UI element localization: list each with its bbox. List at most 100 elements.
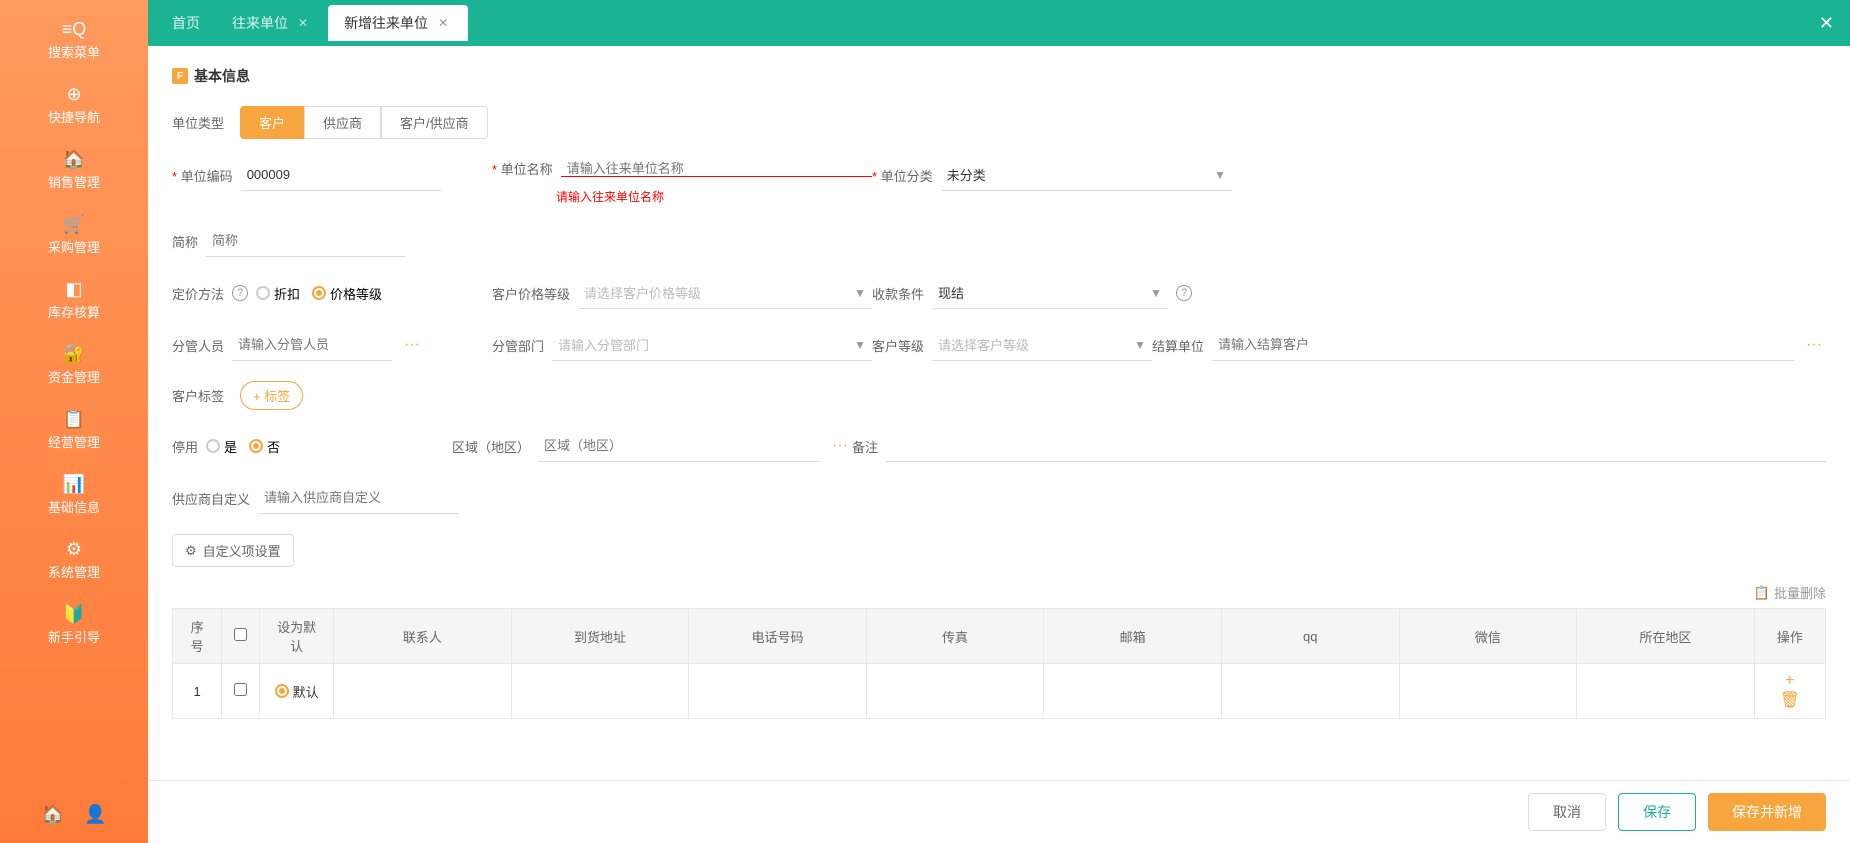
sidebar-home-icon[interactable]: 🏠 [42,804,64,825]
radio-no[interactable]: 否 [249,437,280,456]
sidebar-item-label: 资金管理 [48,367,100,386]
row-wechat[interactable] [1399,664,1577,719]
sidebar-item-basic[interactable]: 📊 基础信息 [0,463,148,528]
customer-tag-row: 客户标签 + 标签 [172,381,1826,410]
row-contact-input[interactable] [346,684,499,699]
tab-partner-close[interactable]: ✕ [294,14,312,32]
tab-bar-close-btn[interactable]: ✕ [1811,9,1842,38]
manager-ellipsis[interactable]: ··· [400,336,424,354]
row-fax-input[interactable] [879,684,1032,699]
quicknav-icon: ⊕ [66,85,81,103]
manager-label: 分管人员 [172,336,224,355]
sidebar-item-purchase[interactable]: 🛒 采购管理 [0,203,148,268]
manager-group: 分管人员 ··· [172,329,492,361]
region-ellipsis[interactable]: ··· [828,437,852,455]
payment-terms-value: 现结 [938,283,964,302]
radio-yes-circle [206,439,220,453]
settlement-ellipsis[interactable]: ··· [1802,336,1826,354]
type-btn-customer[interactable]: 客户 [240,106,304,139]
tab-new-partner[interactable]: 新增往来单位 ✕ [328,5,468,41]
region-input[interactable] [538,430,820,462]
row-wechat-input[interactable] [1412,684,1565,699]
settlement-input[interactable] [1212,329,1794,361]
inventory-icon: ◧ [65,280,82,298]
row-phone[interactable] [689,664,867,719]
sidebar-item-finance[interactable]: 🔐 资金管理 [0,333,148,398]
sidebar-item-label: 经营管理 [48,432,100,451]
sidebar-item-system[interactable]: ⚙ 系统管理 [0,528,148,593]
type-btn-both[interactable]: 客户/供应商 [381,106,488,139]
tab-home[interactable]: 首页 [156,5,216,41]
supplier-custom-input[interactable] [258,482,458,514]
cancel-button[interactable]: 取消 [1528,793,1606,831]
radio-discount[interactable]: 折扣 [256,284,300,303]
customer-level-arrow: ▼ [1134,338,1146,352]
sidebar-item-sales[interactable]: 🏠 销售管理 [0,138,148,203]
tab-partner[interactable]: 往来单位 ✕ [216,5,328,41]
sidebar-item-label: 采购管理 [48,237,100,256]
gear-icon: ⚙ [185,543,197,559]
save-button[interactable]: 保存 [1618,793,1696,831]
custom-settings-button[interactable]: ⚙ 自定义项设置 [172,534,294,567]
unit-code-input[interactable] [241,159,441,191]
radio-price-level[interactable]: 价格等级 [312,284,382,303]
batch-delete-btn[interactable]: 📋 批量删除 [172,583,1826,602]
payment-help-icon[interactable]: ? [1176,285,1192,301]
save-new-button[interactable]: 保存并新增 [1708,793,1826,831]
type-btn-supplier[interactable]: 供应商 [304,106,381,139]
sidebar-bottom: 🏠 👤 [0,796,148,843]
remark-input[interactable] [886,430,1826,462]
sidebar-item-inventory[interactable]: ◧ 库存核算 [0,268,148,333]
code-name-category-row: 单位编码 单位名称 请输入往来单位名称 单位分类 未分类 ▼ [172,159,1826,205]
add-tag-label: + 标签 [253,386,290,405]
row-address[interactable] [511,664,689,719]
row-delete-btn[interactable]: 🗑 [1776,690,1804,710]
sidebar-item-search[interactable]: ≡Q 搜索菜单 [0,8,148,73]
sidebar-item-label: 库存核算 [48,302,100,321]
th-wechat: 微信 [1399,609,1577,664]
radio-yes[interactable]: 是 [206,437,237,456]
row-default-radio[interactable]: 默认 [272,682,321,701]
row-qq-input[interactable] [1234,684,1387,699]
tab-bar: 首页 往来单位 ✕ 新增往来单位 ✕ ✕ [148,0,1850,46]
sidebar-item-label: 基础信息 [48,497,100,516]
payment-terms-select[interactable]: 现结 ▼ [932,277,1168,309]
unit-name-input[interactable] [561,161,872,177]
pricing-radio-group: 折扣 价格等级 [256,284,382,303]
row-phone-input[interactable] [701,684,854,699]
row-fax[interactable] [866,664,1044,719]
add-tag-button[interactable]: + 标签 [240,381,303,410]
short-name-input[interactable] [206,225,406,257]
manager-input[interactable] [232,329,392,361]
row-add-btn[interactable]: + [1781,672,1798,690]
department-select[interactable]: 请输入分管部门 ▼ [552,329,872,361]
row-address-input[interactable] [524,684,677,699]
th-checkbox[interactable] [222,609,260,664]
tab-new-partner-close[interactable]: ✕ [434,14,452,32]
row-select-checkbox[interactable] [234,683,247,696]
customer-level-select[interactable]: 请选择客户等级 ▼ [932,329,1152,361]
unit-category-select[interactable]: 未分类 ▼ [941,159,1232,191]
sidebar-item-label: 搜索菜单 [48,42,100,61]
row-contact[interactable] [334,664,512,719]
payment-terms-group: 收款条件 现结 ▼ ? [872,277,1192,309]
sidebar-item-operation[interactable]: 📋 经营管理 [0,398,148,463]
unit-type-group: 单位类型 客户 供应商 客户/供应商 [172,106,488,139]
main-area: 首页 往来单位 ✕ 新增往来单位 ✕ ✕ F 基本信息 单位类型 客户 供应商 … [148,0,1850,843]
row-region[interactable] [1577,664,1755,719]
sidebar-user-icon[interactable]: 👤 [84,804,106,825]
unit-name-wrap [561,161,872,177]
pricing-help-icon[interactable]: ? [232,285,248,301]
pricing-method-label: 定价方法 [172,284,224,303]
sidebar-item-quicknav[interactable]: ⊕ 快捷导航 [0,73,148,138]
sidebar-item-guide[interactable]: 🔰 新手引导 [0,593,148,658]
row-checkbox[interactable] [222,664,260,719]
row-email-input[interactable] [1056,684,1209,699]
row-default-radio-dot [279,688,285,694]
unit-code-label: 单位编码 [172,166,233,185]
select-all-checkbox[interactable] [234,628,247,641]
row-qq[interactable] [1221,664,1399,719]
row-region-input[interactable] [1589,684,1742,699]
row-email[interactable] [1044,664,1222,719]
customer-price-select[interactable]: 请选择客户价格等级 ▼ [578,277,872,309]
